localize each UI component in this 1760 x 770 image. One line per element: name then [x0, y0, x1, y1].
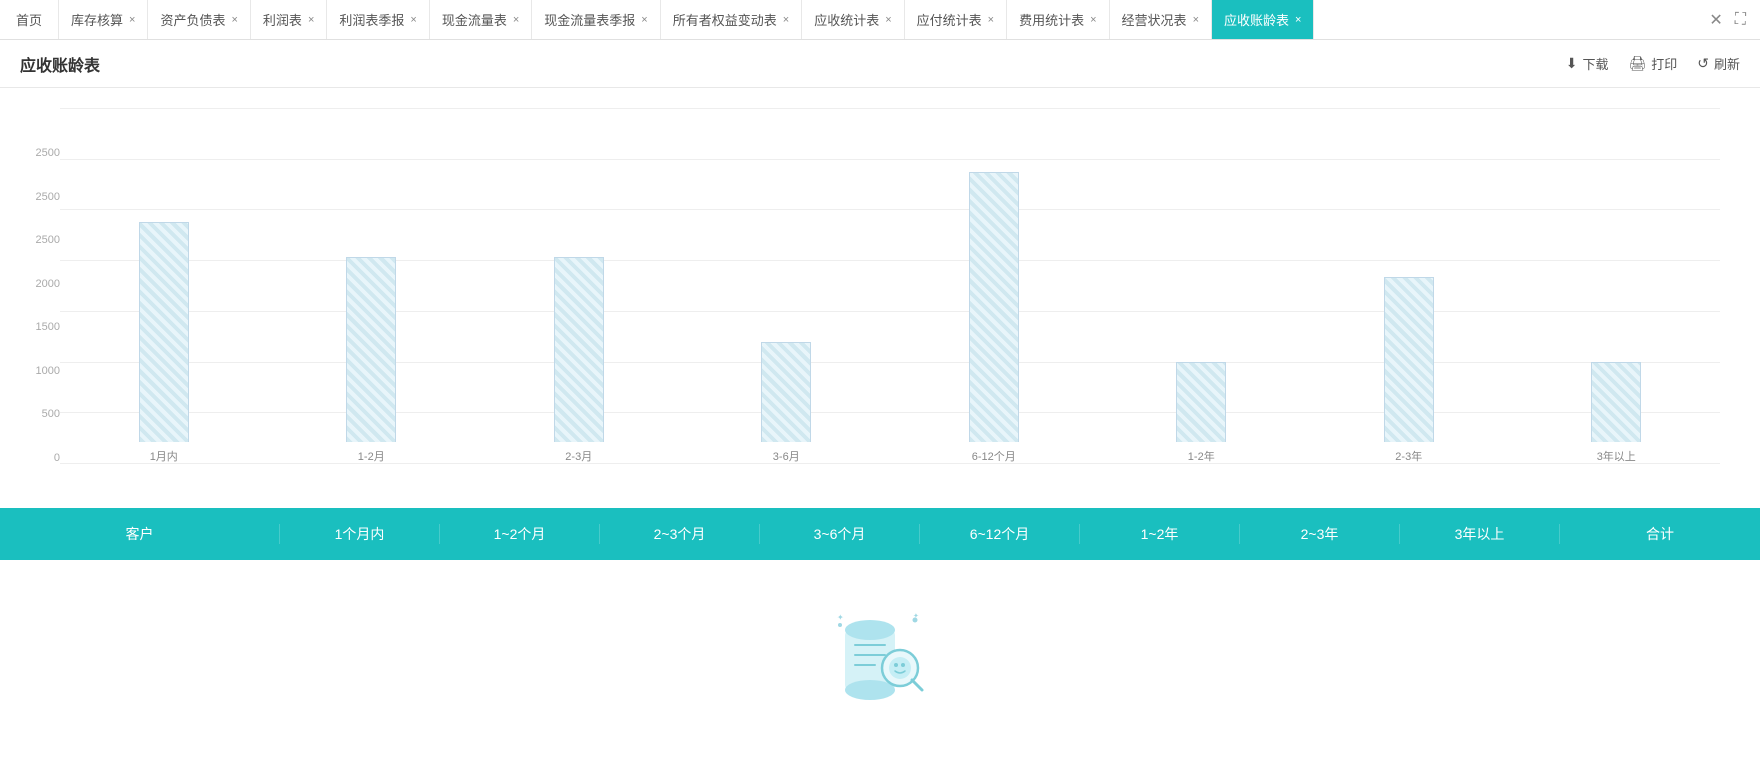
- svg-text:✦: ✦: [837, 613, 844, 622]
- tab-expense-stats[interactable]: 费用统计表 ×: [1007, 0, 1109, 40]
- bar-1-2y: [1176, 362, 1226, 442]
- maximize-window-button[interactable]: ⛶: [1731, 7, 1750, 33]
- th-1m: 1个月内: [280, 524, 440, 544]
- th-3y-plus: 3年以上: [1400, 524, 1560, 544]
- th-total: 合计: [1560, 524, 1760, 544]
- download-icon: ⬇: [1566, 55, 1578, 72]
- empty-state: ✦ ✦: [0, 560, 1760, 770]
- close-tab-ar-aging[interactable]: ×: [1295, 14, 1301, 26]
- bar-group-1-2y: 1-2年: [1176, 362, 1226, 464]
- th-1-2m: 1~2个月: [440, 524, 600, 544]
- bar-3y-plus: [1591, 362, 1641, 442]
- close-window-button[interactable]: ✕: [1705, 6, 1726, 34]
- bars-area: 1月内 1-2月 2-3月 3-6月: [60, 108, 1720, 464]
- tab-bar: 首页 库存核算 × 资产负债表 × 利润表 × 利润表季报 × 现金流量表 × …: [0, 0, 1760, 40]
- th-2-3y: 2~3年: [1240, 524, 1400, 544]
- close-tab-profit-quarterly[interactable]: ×: [410, 14, 416, 26]
- close-tab-operation-status[interactable]: ×: [1193, 14, 1199, 26]
- close-tab-equity-change[interactable]: ×: [783, 14, 789, 26]
- bar-group-3-6m: 3-6月: [761, 342, 811, 464]
- tab-receivable-stats[interactable]: 应收统计表 ×: [802, 0, 904, 40]
- th-3-6m: 3~6个月: [760, 524, 920, 544]
- refresh-icon: ↺: [1697, 55, 1709, 72]
- y-label-500: 500: [42, 409, 60, 420]
- window-controls: ✕ ⛶: [1695, 6, 1760, 34]
- y-label-2500b: 2500: [36, 192, 60, 203]
- tab-profit[interactable]: 利润表 ×: [251, 0, 327, 40]
- tab-profit-quarterly[interactable]: 利润表季报 ×: [327, 0, 429, 40]
- bar-label-1-2y: 1-2年: [1188, 448, 1215, 464]
- close-tab-receivable-stats[interactable]: ×: [885, 14, 891, 26]
- bar-6-12m: [969, 172, 1019, 442]
- th-customer: 客户: [0, 524, 280, 544]
- bar-2-3m: [554, 257, 604, 442]
- bar-1-2m: [346, 257, 396, 442]
- bar-1m: [139, 222, 189, 442]
- tab-operation-status[interactable]: 经营状况表 ×: [1110, 0, 1212, 40]
- bar-3-6m: [761, 342, 811, 442]
- th-2-3m: 2~3个月: [600, 524, 760, 544]
- bar-group-1m: 1月内: [139, 222, 189, 464]
- bar-label-2-3m: 2-3月: [565, 448, 592, 464]
- page-actions: ⬇ 下载 🖨 打印 ↺ 刷新: [1566, 54, 1740, 73]
- tab-balance-sheet[interactable]: 资产负债表 ×: [148, 0, 250, 40]
- close-tab-inventory[interactable]: ×: [129, 14, 135, 26]
- bar-label-1-2m: 1-2月: [358, 448, 385, 464]
- tab-payable-stats[interactable]: 应付统计表 ×: [905, 0, 1007, 40]
- bar-group-6-12m: 6-12个月: [969, 172, 1019, 464]
- bar-group-2-3m: 2-3月: [554, 257, 604, 464]
- bar-group-2-3y: 2-3年: [1384, 277, 1434, 464]
- close-tab-expense-stats[interactable]: ×: [1090, 14, 1096, 26]
- th-1-2y: 1~2年: [1080, 524, 1240, 544]
- close-tab-cashflow-quarterly[interactable]: ×: [641, 14, 647, 26]
- close-tab-cashflow[interactable]: ×: [513, 14, 519, 26]
- y-label-2000: 2000: [36, 279, 60, 290]
- chart-area: 0 500 1000 1500 2000 2500 2500 2500: [0, 88, 1760, 508]
- tab-cashflow-quarterly[interactable]: 现金流量表季报 ×: [532, 0, 660, 40]
- tab-cashflow[interactable]: 现金流量表 ×: [430, 0, 532, 40]
- bar-label-1m: 1月内: [150, 448, 178, 464]
- y-label-1500: 1500: [36, 322, 60, 333]
- tab-home[interactable]: 首页: [0, 0, 59, 40]
- main-content: 0 500 1000 1500 2000 2500 2500 2500: [0, 88, 1760, 770]
- bar-label-6-12m: 6-12个月: [972, 448, 1016, 464]
- svg-text:✦: ✦: [913, 612, 919, 620]
- refresh-button[interactable]: ↺ 刷新: [1697, 54, 1740, 73]
- bar-label-3-6m: 3-6月: [773, 448, 800, 464]
- close-tab-profit[interactable]: ×: [308, 14, 314, 26]
- close-tab-payable-stats[interactable]: ×: [988, 14, 994, 26]
- print-button[interactable]: 🖨 打印: [1628, 54, 1677, 73]
- close-tab-balance-sheet[interactable]: ×: [231, 14, 237, 26]
- page-title: 应收账龄表: [20, 52, 100, 76]
- bar-label-2-3y: 2-3年: [1395, 448, 1422, 464]
- th-6-12m: 6~12个月: [920, 524, 1080, 544]
- tab-inventory[interactable]: 库存核算 ×: [59, 0, 148, 40]
- tab-equity-change[interactable]: 所有者权益变动表 ×: [661, 0, 802, 40]
- y-label-2500a: 2500: [36, 235, 60, 246]
- print-icon: 🖨: [1628, 55, 1646, 72]
- page-header: 应收账龄表 ⬇ 下载 🖨 打印 ↺ 刷新: [0, 40, 1760, 88]
- empty-illustration: ✦ ✦: [825, 600, 935, 710]
- download-button[interactable]: ⬇ 下载: [1566, 54, 1609, 73]
- bar-group-3y-plus: 3年以上: [1591, 362, 1641, 464]
- bar-2-3y: [1384, 277, 1434, 442]
- y-label-2500c: 2500: [36, 148, 60, 159]
- bar-label-3y-plus: 3年以上: [1597, 448, 1636, 464]
- table-header: 客户 1个月内 1~2个月 2~3个月 3~6个月 6~12个月 1~2年 2~…: [0, 508, 1760, 560]
- chart-container: 0 500 1000 1500 2000 2500 2500 2500: [20, 108, 1720, 488]
- bar-group-1-2m: 1-2月: [346, 257, 396, 464]
- chart-inner: 1月内 1-2月 2-3月 3-6月: [60, 108, 1720, 488]
- tab-ar-aging[interactable]: 应收账龄表 ×: [1212, 0, 1314, 40]
- y-axis: 0 500 1000 1500 2000 2500 2500 2500: [20, 148, 60, 488]
- y-label-1000: 1000: [36, 366, 60, 377]
